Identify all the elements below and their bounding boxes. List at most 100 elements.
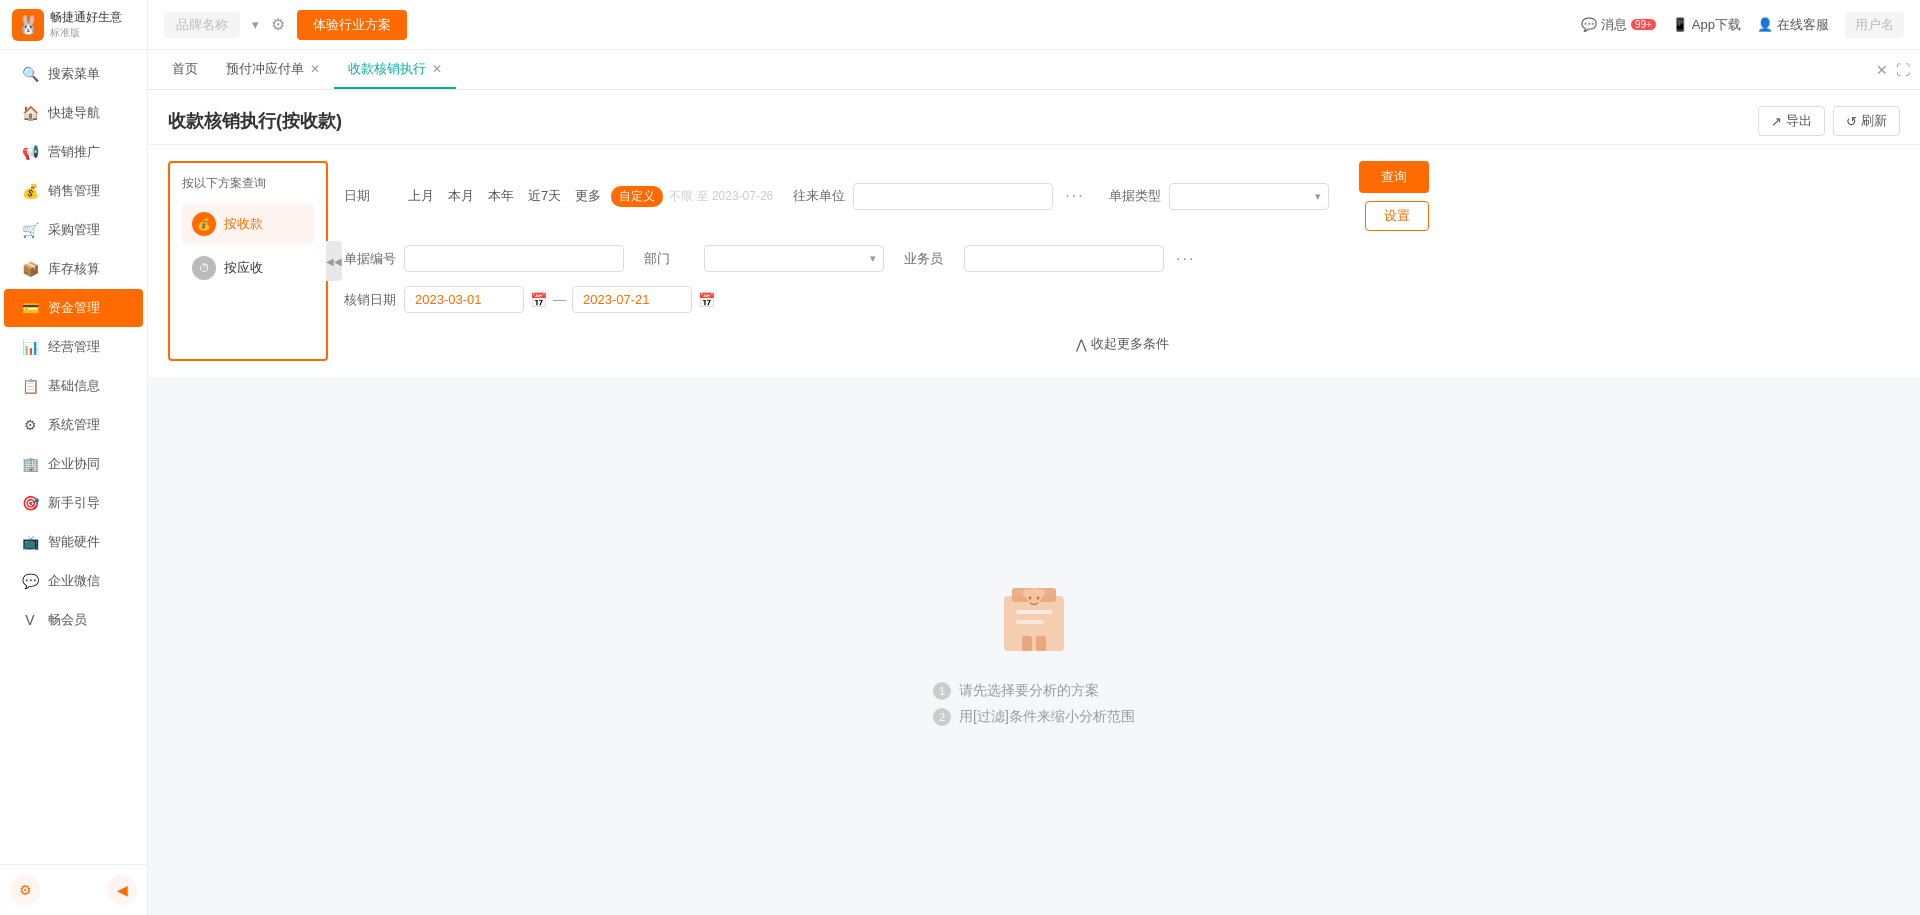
staff-more-icon[interactable]: ··· [1172, 246, 1199, 272]
settings-button[interactable]: 设置 [1365, 201, 1429, 231]
filter-panel-title: 按以下方案查询 [182, 175, 314, 192]
sidebar-item-搜索菜单[interactable]: 🔍搜索菜单 [4, 55, 143, 93]
verify-date-end-input[interactable] [572, 286, 692, 313]
staff-label: 业务员 [904, 250, 956, 268]
counterpart-field: 往来单位 ··· [793, 183, 1088, 210]
date-btn-this-month[interactable]: 本月 [444, 185, 478, 207]
form-row-3: 核销日期 📅 — 📅 [344, 286, 1900, 313]
empty-tip-2: 2 用[过滤]条件来缩小分析范围 [933, 708, 1135, 726]
filter-collapse-btn[interactable]: ◀◀ [326, 241, 342, 281]
doctype-field: 单据类型 [1109, 183, 1329, 210]
sidebar-item-销售管理[interactable]: 💰销售管理 [4, 172, 143, 210]
verify-date-start-input[interactable] [404, 286, 524, 313]
sidebar-item-企业协同[interactable]: 🏢企业协同 [4, 445, 143, 483]
tab-prepay[interactable]: 预付冲应付单 ✕ [212, 50, 334, 89]
topbar-chevron-icon[interactable]: ▾ [252, 17, 259, 32]
content-area: 收款核销执行(按收款) ↗ 导出 ↺ 刷新 按以下方案查询 💰 按收款 [148, 90, 1920, 915]
query-button[interactable]: 查询 [1359, 161, 1429, 193]
verify-date-field: 核销日期 📅 — 📅 [344, 286, 715, 313]
topbar-gear-icon[interactable]: ⚙ [271, 15, 285, 34]
sidebar-item-系统管理[interactable]: ⚙系统管理 [4, 406, 143, 444]
export-button[interactable]: ↗ 导出 [1758, 106, 1825, 136]
counterpart-more-icon[interactable]: ··· [1061, 183, 1088, 209]
service-icon: 👤 [1757, 17, 1773, 32]
docno-field: 单据编号 [344, 245, 624, 272]
online-service-button[interactable]: 👤 在线客服 [1757, 16, 1829, 34]
sidebar-item-采购管理[interactable]: 🛒采购管理 [4, 211, 143, 249]
sidebar: 🐰 畅捷通好生意 标准版 🔍搜索菜单🏠快捷导航📢营销推广💰销售管理🛒采购管理📦库… [0, 0, 148, 915]
sidebar-item-库存核算[interactable]: 📦库存核算 [4, 250, 143, 288]
staff-field: 业务员 ··· [904, 245, 1199, 272]
sidebar-item-企业微信[interactable]: 💬企业微信 [4, 562, 143, 600]
date-btn-this-year[interactable]: 本年 [484, 185, 518, 207]
message-button[interactable]: 💬 消息 99+ [1581, 16, 1656, 34]
refresh-button[interactable]: ↺ 刷新 [1833, 106, 1900, 136]
doctype-label: 单据类型 [1109, 187, 1161, 205]
sidebar-item-资金管理[interactable]: 💳资金管理 [4, 289, 143, 327]
sidebar-item-基础信息[interactable]: 📋基础信息 [4, 367, 143, 405]
topbar-left: 品牌名称 ▾ ⚙ 体验行业方案 [164, 10, 407, 40]
empty-image [984, 566, 1084, 666]
app-icon: 📱 [1672, 17, 1688, 32]
logo-icon: 🐰 [12, 9, 44, 41]
topbar: 品牌名称 ▾ ⚙ 体验行业方案 💬 消息 99+ 📱 App下载 👤 在线客服 … [148, 0, 1920, 50]
tab-verify[interactable]: 收款核销执行 ✕ [334, 50, 456, 89]
svg-point-5 [1023, 589, 1029, 597]
date-btn-last-month[interactable]: 上月 [404, 185, 438, 207]
collapse-more-btn[interactable]: ⋀ 收起更多条件 [344, 327, 1900, 361]
verify-date-label: 核销日期 [344, 291, 396, 309]
collapse-icon: ⋀ [1076, 337, 1087, 352]
verify-date-start-cal-icon[interactable]: 📅 [530, 292, 547, 308]
tabbar-expand-btn[interactable]: ⛶ [1896, 62, 1910, 78]
tabbar-close-all-btn[interactable]: ✕ [1876, 62, 1888, 78]
filter-option-by-receipt[interactable]: 💰 按收款 [182, 204, 314, 244]
logo-text: 畅捷通好生意 标准版 [50, 10, 122, 39]
main-area: 品牌名称 ▾ ⚙ 体验行业方案 💬 消息 99+ 📱 App下载 👤 在线客服 … [148, 0, 1920, 915]
receipt-icon: 💰 [192, 212, 216, 236]
tab-verify-close[interactable]: ✕ [432, 62, 442, 76]
filter-option-by-receivable[interactable]: ⏱ 按应收 [182, 248, 314, 288]
settings-bottom-btn[interactable]: ⚙ [10, 875, 40, 905]
solution-button[interactable]: 体验行业方案 [297, 10, 407, 40]
counterpart-input[interactable] [853, 183, 1053, 210]
page-title: 收款核销执行(按收款) [168, 109, 342, 133]
dept-select-wrapper [704, 245, 884, 272]
receivable-icon: ⏱ [192, 256, 216, 280]
date-range-separator: — [553, 292, 566, 307]
query-form: 日期 上月 本月 本年 近7天 更多 自定义 不限 至 2023-07-26 往… [344, 161, 1900, 361]
counterpart-label: 往来单位 [793, 187, 845, 205]
date-btn-7days[interactable]: 近7天 [524, 185, 565, 207]
date-btn-more[interactable]: 更多 [571, 185, 605, 207]
sidebar-item-经营管理[interactable]: 📊经营管理 [4, 328, 143, 366]
svg-point-7 [1029, 597, 1032, 600]
doctype-select[interactable] [1169, 183, 1329, 210]
svg-point-8 [1037, 597, 1040, 600]
sidebar-item-畅会员[interactable]: V畅会员 [4, 601, 143, 639]
docno-label: 单据编号 [344, 250, 396, 268]
message-label: 消息 [1601, 16, 1627, 34]
staff-input[interactable] [964, 245, 1164, 272]
verify-date-end-cal-icon[interactable]: 📅 [698, 292, 715, 308]
svg-point-6 [1039, 589, 1045, 597]
sidebar-item-新手引导[interactable]: 🎯新手引导 [4, 484, 143, 522]
date-custom-tag[interactable]: 自定义 [611, 186, 663, 207]
date-shortcuts: 上月 本月 本年 近7天 更多 自定义 不限 至 2023-07-26 [404, 185, 773, 207]
sidebar-item-快捷导航[interactable]: 🏠快捷导航 [4, 94, 143, 132]
tip-num-1: 1 [933, 682, 951, 700]
topbar-brand: 品牌名称 [164, 12, 240, 38]
dept-label: 部门 [644, 250, 696, 268]
dept-select[interactable] [704, 245, 884, 272]
svg-rect-3 [1016, 620, 1044, 624]
form-row-2: 单据编号 部门 业务员 ··· [344, 245, 1900, 272]
sidebar-item-营销推广[interactable]: 📢营销推广 [4, 133, 143, 171]
collapse-sidebar-btn[interactable]: ◀ [107, 875, 137, 905]
app-download-button[interactable]: 📱 App下载 [1672, 16, 1741, 34]
topbar-right: 💬 消息 99+ 📱 App下载 👤 在线客服 用户名 [1581, 12, 1904, 38]
tab-prepay-close[interactable]: ✕ [310, 62, 320, 76]
tab-home[interactable]: 首页 [158, 50, 212, 89]
sidebar-bottom: ⚙ ◀ [0, 864, 147, 915]
sidebar-item-智能硬件[interactable]: 📺智能硬件 [4, 523, 143, 561]
docno-input[interactable] [404, 245, 624, 272]
date-unlimit: 不限 至 2023-07-26 [669, 188, 773, 205]
message-icon: 💬 [1581, 17, 1597, 32]
